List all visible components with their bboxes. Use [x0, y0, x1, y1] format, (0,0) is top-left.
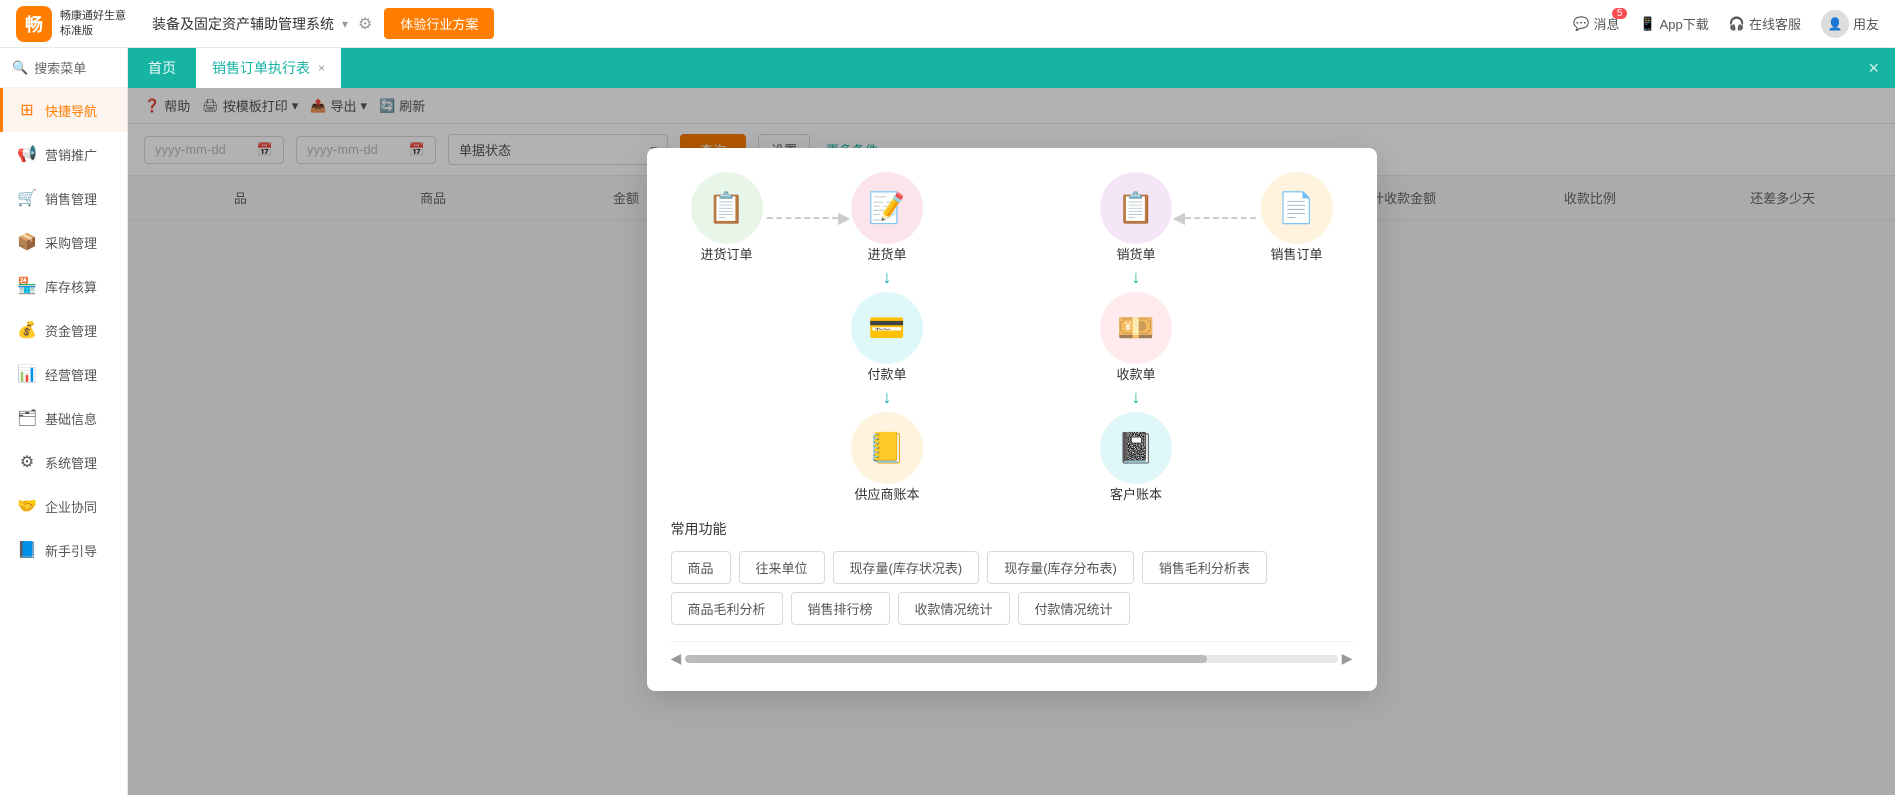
sidebar-label-marketing: 营销推广	[45, 145, 97, 164]
tab-sales-order[interactable]: 销售订单执行表 ×	[196, 48, 341, 88]
tab-close-icon[interactable]: ×	[318, 48, 325, 88]
sidebar-item-enterprise[interactable]: 🤝 企业协同	[0, 484, 127, 528]
message-badge: 5	[1612, 8, 1628, 19]
sidebar-label-newbie: 新手引导	[45, 541, 97, 560]
sidebar-icon-marketing: 📢	[17, 144, 37, 164]
flow-item-purchase-bill[interactable]: 📝 进货单	[851, 172, 923, 263]
settings-icon[interactable]: ⚙	[358, 14, 372, 34]
sidebar-label-operations: 经营管理	[45, 365, 97, 384]
flow-item-sales-bill[interactable]: 📋 销货单	[1100, 172, 1172, 263]
message-icon: 💬	[1573, 16, 1589, 32]
func-btn-付款情况统计[interactable]: 付款情况统计	[1018, 592, 1130, 625]
sidebar-item-finance[interactable]: 💰 资金管理	[0, 308, 127, 352]
sidebar-label-basic-info: 基础信息	[45, 409, 97, 428]
func-btn-现存量(库存状况表)[interactable]: 现存量(库存状况表)	[833, 551, 980, 584]
sidebar-label-quick-nav: 快捷导航	[45, 101, 97, 120]
sidebar-label-enterprise: 企业协同	[45, 497, 97, 516]
logo-area: 畅 畅康通好生意 标准版	[16, 6, 144, 42]
tab-bar: 首页 销售订单执行表 × ×	[128, 48, 1895, 88]
sidebar-item-sales[interactable]: 🛒 销售管理	[0, 176, 127, 220]
func-btn-销售毛利分析表[interactable]: 销售毛利分析表	[1142, 551, 1267, 584]
app-download-btn[interactable]: 📱 App下载	[1639, 14, 1708, 33]
app-icon: 📱	[1639, 16, 1655, 32]
sidebar-icon-quick-nav: ⊞	[17, 100, 37, 120]
sidebar-icon-operations: 📊	[17, 364, 37, 384]
service-icon: 🎧	[1729, 16, 1745, 32]
sidebar-item-quick-nav[interactable]: ⊞ 快捷导航	[0, 88, 127, 132]
sidebar-icon-purchase: 📦	[17, 232, 37, 252]
sidebar-item-marketing[interactable]: 📢 营销推广	[0, 132, 127, 176]
flow-label-sales-order: 销售订单	[1270, 244, 1322, 263]
common-func-title: 常用功能	[671, 519, 1353, 539]
message-btn[interactable]: 💬 消息 5	[1573, 14, 1619, 33]
online-service-btn[interactable]: 🎧 在线客服	[1729, 14, 1801, 33]
sidebar-label-sales: 销售管理	[45, 189, 97, 208]
func-btn-商品毛利分析[interactable]: 商品毛利分析	[671, 592, 783, 625]
flow-label-supplier-ledger: 供应商账本	[854, 484, 919, 503]
flow-item-receipt-bill[interactable]: 💴 收款单	[1100, 292, 1172, 383]
logo-icon: 畅	[16, 6, 52, 42]
flow-label-purchase-order: 进货订单	[700, 244, 752, 263]
flow-label-customer-ledger: 客户账本	[1110, 484, 1162, 503]
func-btn-销售排行榜[interactable]: 销售排行榜	[791, 592, 890, 625]
quick-nav-modal: 📋 进货订单 ▶	[647, 148, 1377, 691]
sidebar-label-system: 系统管理	[45, 453, 97, 472]
flow-item-purchase-order[interactable]: 📋 进货订单	[691, 172, 763, 263]
sidebar-item-operations[interactable]: 📊 经营管理	[0, 352, 127, 396]
sidebar-icon-system: ⚙	[17, 452, 37, 472]
sidebar-icon-finance: 💰	[17, 320, 37, 340]
avatar: 👤	[1821, 10, 1849, 38]
scroll-left-icon[interactable]: ◀	[671, 650, 682, 667]
scroll-track[interactable]	[685, 655, 1337, 663]
sidebar-item-purchase[interactable]: 📦 采购管理	[0, 220, 127, 264]
flow-item-payment-bill[interactable]: 💳 付款单	[851, 292, 923, 383]
close-all-btn[interactable]: ×	[1868, 58, 1879, 78]
sidebar-item-basic-info[interactable]: 🗂 基础信息	[0, 396, 127, 440]
sidebar-icon-inventory: 🏪	[17, 276, 37, 296]
sidebar-item-system[interactable]: ⚙ 系统管理	[0, 440, 127, 484]
scroll-right-icon[interactable]: ▶	[1342, 650, 1353, 667]
sidebar-icon-newbie: 📘	[17, 540, 37, 560]
flow-item-customer-ledger[interactable]: 📓 客户账本	[1100, 412, 1172, 503]
scroll-area: ◀ ▶	[671, 641, 1353, 667]
system-title: 装备及固定资产辅助管理系统 ▾	[152, 14, 348, 34]
experience-btn[interactable]: 体验行业方案	[384, 8, 494, 39]
func-btn-往来单位[interactable]: 往来单位	[739, 551, 825, 584]
search-icon: 🔍	[12, 60, 28, 76]
sidebar-icon-enterprise: 🤝	[17, 496, 37, 516]
sidebar-label-inventory: 库存核算	[45, 277, 97, 296]
func-btn-收款情况统计[interactable]: 收款情况统计	[898, 592, 1010, 625]
flow-label-sales-bill: 销货单	[1116, 244, 1155, 263]
flow-label-receipt-bill: 收款单	[1116, 364, 1155, 383]
func-buttons-container: 商品往来单位现存量(库存状况表)现存量(库存分布表)销售毛利分析表商品毛利分析销…	[671, 551, 1353, 625]
tab-home[interactable]: 首页	[128, 48, 196, 88]
sidebar-icon-basic-info: 🗂	[17, 408, 37, 428]
flow-item-supplier-ledger[interactable]: 📒 供应商账本	[851, 412, 923, 503]
common-func-section: 常用功能 商品往来单位现存量(库存状况表)现存量(库存分布表)销售毛利分析表商品…	[671, 519, 1353, 625]
user-menu[interactable]: 👤 用友	[1821, 10, 1879, 38]
dropdown-arrow-icon[interactable]: ▾	[342, 17, 348, 31]
flow-label-payment-bill: 付款单	[867, 364, 906, 383]
sidebar: 🔍 搜索菜单 ⊞ 快捷导航 📢 营销推广 🛒 销售管理 📦 采购管理 🏪 库存核算 💰 资金管理 📊 经营…	[0, 48, 128, 795]
func-btn-现存量(库存分布表)[interactable]: 现存量(库存分布表)	[987, 551, 1134, 584]
func-btn-商品[interactable]: 商品	[671, 551, 731, 584]
flow-label-purchase-bill: 进货单	[867, 244, 906, 263]
sidebar-label-finance: 资金管理	[45, 321, 97, 340]
flow-item-sales-order[interactable]: 📄 销售订单	[1261, 172, 1333, 263]
logo-text: 畅康通好生意 标准版	[60, 9, 126, 38]
page-content: ❓ 帮助 🖨 按模板打印 ▾ 📤 导出 ▾ 🔄	[128, 88, 1895, 795]
flow-diagram: 📋 进货订单 ▶	[671, 172, 1353, 503]
search-menu-btn[interactable]: 🔍 搜索菜单	[0, 48, 127, 88]
sidebar-icon-sales: 🛒	[17, 188, 37, 208]
sidebar-item-inventory[interactable]: 🏪 库存核算	[0, 264, 127, 308]
sidebar-item-newbie[interactable]: 📘 新手引导	[0, 528, 127, 572]
modal-overlay[interactable]: 📋 进货订单 ▶	[128, 88, 1895, 795]
sidebar-label-purchase: 采购管理	[45, 233, 97, 252]
